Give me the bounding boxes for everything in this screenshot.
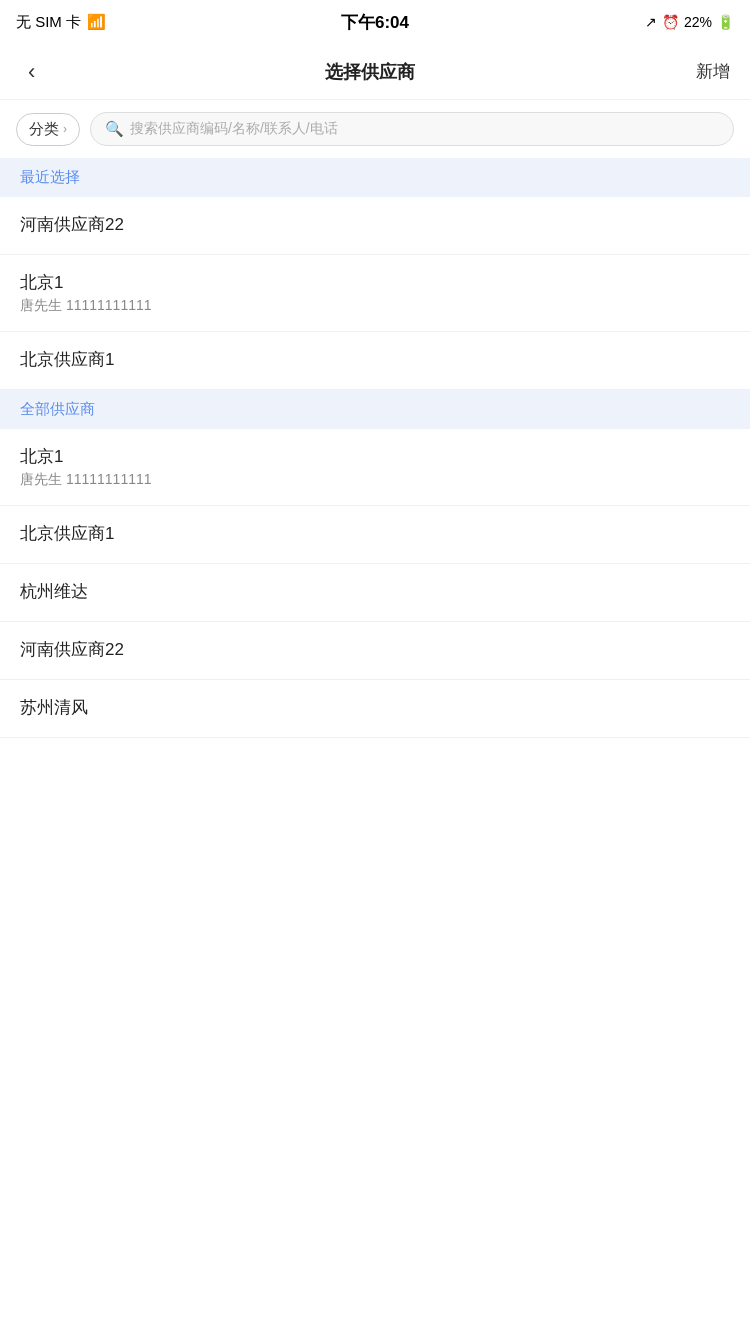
list-item-name: 北京1 [20, 445, 730, 468]
status-bar-right: ↗ ⏰ 22% 🔋 [645, 14, 734, 30]
chevron-right-icon: › [63, 122, 67, 136]
nav-bar: ‹ 选择供应商 新增 [0, 44, 750, 100]
all-list-item[interactable]: 河南供应商22 [0, 622, 750, 680]
all-list-item[interactable]: 北京供应商1 [0, 506, 750, 564]
list-item-name: 杭州维达 [20, 580, 730, 603]
all-list-item[interactable]: 北京1 唐先生 11111111111 [0, 429, 750, 506]
battery-label: 22% [684, 14, 712, 30]
recent-list-item[interactable]: 北京供应商1 [0, 332, 750, 390]
list-item-sub: 唐先生 11111111111 [20, 471, 730, 489]
filter-row: 分类 › 🔍 搜索供应商编码/名称/联系人/电话 [0, 100, 750, 158]
recent-section-header: 最近选择 [0, 158, 750, 197]
battery-icon: 🔋 [717, 14, 734, 30]
search-box[interactable]: 🔍 搜索供应商编码/名称/联系人/电话 [90, 112, 734, 146]
list-item-name: 北京供应商1 [20, 522, 730, 545]
recent-list-item[interactable]: 河南供应商22 [0, 197, 750, 255]
recent-list-item[interactable]: 北京1 唐先生 11111111111 [0, 255, 750, 332]
list-item-name: 北京1 [20, 271, 730, 294]
status-bar-left: 无 SIM 卡 📶 [16, 13, 106, 32]
all-list: 北京1 唐先生 11111111111 北京供应商1 杭州维达河南供应商22 苏州清风 [0, 429, 750, 738]
alarm-icon: ⏰ [662, 14, 679, 30]
back-button[interactable]: ‹ [20, 51, 43, 93]
list-item-name: 北京供应商1 [20, 348, 730, 371]
carrier-label: 无 SIM 卡 [16, 13, 81, 32]
list-item-sub: 唐先生 11111111111 [20, 297, 730, 315]
recent-list: 河南供应商22 北京1 唐先生 11111111111 北京供应商1 [0, 197, 750, 390]
location-icon: ↗ [645, 14, 657, 30]
search-placeholder: 搜索供应商编码/名称/联系人/电话 [130, 120, 338, 138]
category-button[interactable]: 分类 › [16, 113, 80, 146]
page-title: 选择供应商 [325, 60, 415, 84]
list-item-name: 苏州清风 [20, 696, 730, 719]
list-item-name: 河南供应商22 [20, 213, 730, 236]
all-section-header: 全部供应商 [0, 390, 750, 429]
all-list-item[interactable]: 杭州维达 [0, 564, 750, 622]
all-section-title: 全部供应商 [20, 400, 95, 417]
list-item-name: 河南供应商22 [20, 638, 730, 661]
wifi-icon: 📶 [87, 13, 106, 31]
recent-section-title: 最近选择 [20, 168, 80, 185]
status-bar: 无 SIM 卡 📶 下午6:04 ↗ ⏰ 22% 🔋 [0, 0, 750, 44]
category-label: 分类 [29, 120, 59, 139]
add-button[interactable]: 新增 [696, 60, 730, 83]
status-bar-time: 下午6:04 [341, 11, 409, 34]
all-list-item[interactable]: 苏州清风 [0, 680, 750, 738]
search-icon: 🔍 [105, 120, 124, 138]
